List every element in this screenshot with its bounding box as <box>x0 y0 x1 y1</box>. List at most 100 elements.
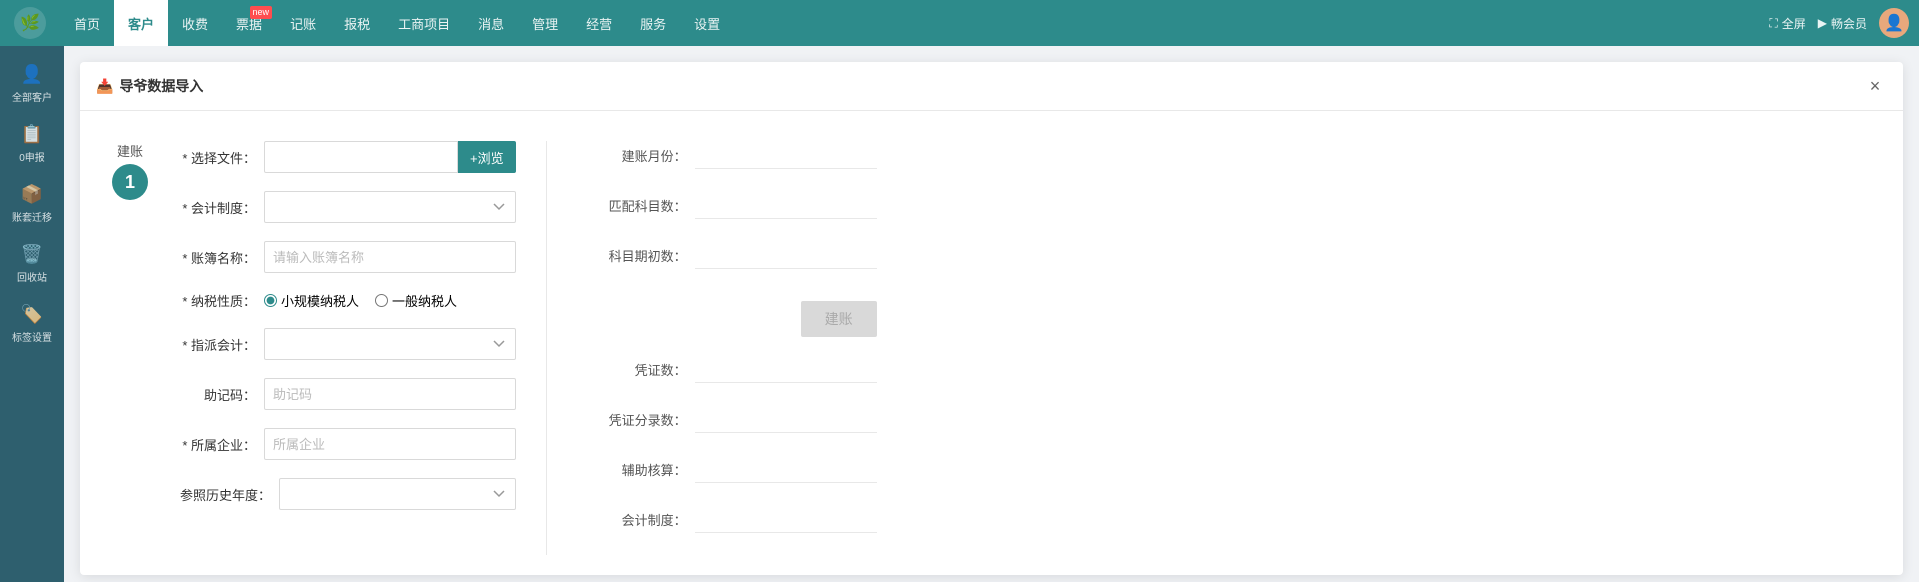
small-taxpayer-option[interactable]: 小规模纳税人 <box>264 291 359 310</box>
info-acc-system-value <box>695 505 877 533</box>
info-aux-row: 辅助核算： <box>597 455 877 483</box>
file-label: * 选择文件： <box>176 148 256 167</box>
create-btn-area: 建账 <box>597 291 877 337</box>
info-voucher-entries-row: 凭证分录数： <box>597 405 877 433</box>
assign-accountant-label: * 指派会计： <box>176 335 256 354</box>
top-navigation: 🌿 首页 客户 收费 票据 new 记账 报税 工商项目 消息 管理 <box>0 0 1919 46</box>
general-taxpayer-radio[interactable] <box>375 294 388 307</box>
trash-icon: 🗑️ <box>21 244 43 265</box>
dialog-title-text: 导爷数据导入 <box>119 76 203 96</box>
fullscreen-button[interactable]: ⛶ 全屏 <box>1769 15 1805 32</box>
step-circle: 1 <box>112 164 148 200</box>
info-match-row: 匹配科目数： <box>597 191 877 219</box>
migration-icon: 📦 <box>21 184 43 205</box>
sidebar-item-recycle[interactable]: 🗑️ 回收站 <box>0 236 64 292</box>
import-icon: 📥 <box>96 78 113 95</box>
nav-business[interactable]: 工商项目 <box>384 0 464 46</box>
info-voucher-entries-label: 凭证分录数： <box>597 410 687 429</box>
tax-type-radio-group: 小规模纳税人 一般纳税人 <box>264 291 457 310</box>
assign-accountant-select[interactable] <box>264 328 516 360</box>
nav-bookkeeping[interactable]: 记账 <box>276 0 330 46</box>
user-icon: 👤 <box>21 64 43 85</box>
info-aux-label: 辅助核算： <box>597 460 687 479</box>
main-content: 📥 导爷数据导入 × 建账 1 <box>64 46 1919 582</box>
nav-tax[interactable]: 报税 <box>330 0 384 46</box>
declaration-icon: 📋 <box>21 124 43 145</box>
file-input[interactable] <box>264 141 458 173</box>
info-month-row: 建账月份： <box>597 141 877 169</box>
nav-management[interactable]: 管理 <box>518 0 572 46</box>
history-year-row: 参照历史年度： <box>176 478 516 510</box>
info-period-row: 科目期初数： <box>597 241 877 269</box>
nav-message[interactable]: 消息 <box>464 0 518 46</box>
memo-input[interactable] <box>264 378 516 410</box>
nav-operation[interactable]: 经营 <box>572 0 626 46</box>
dialog-title-area: 📥 导爷数据导入 <box>96 76 203 96</box>
dialog-header: 📥 导爷数据导入 × <box>80 62 1903 111</box>
tag-icon: 🏷️ <box>21 304 43 325</box>
import-dialog: 📥 导爷数据导入 × 建账 1 <box>80 62 1903 575</box>
company-row: * 所属企业： <box>176 428 516 460</box>
sidebar-item-migration[interactable]: 📦 账套迁移 <box>0 176 64 232</box>
company-label: * 所属企业： <box>176 435 256 454</box>
history-year-label: 参照历史年度： <box>176 485 271 504</box>
sidebar: 👤 全部客户 📋 0申报 📦 账套迁移 🗑️ 回收站 🏷️ 标签设置 <box>0 46 64 582</box>
general-taxpayer-option[interactable]: 一般纳税人 <box>375 291 457 310</box>
info-acc-system-label: 会计制度： <box>597 510 687 529</box>
info-section: 建账月份： 匹配科目数： 科目期初数： 建账 <box>577 141 877 555</box>
form-section: * 选择文件： +浏览 * 会计制度： <box>176 141 516 528</box>
info-voucher-entries-value <box>695 405 877 433</box>
info-aux-value <box>695 455 877 483</box>
info-period-label: 科目期初数： <box>597 246 687 265</box>
tax-type-label: * 纳税性质： <box>176 291 256 310</box>
info-match-value <box>695 191 877 219</box>
nav-service[interactable]: 服务 <box>626 0 680 46</box>
nav-menu: 首页 客户 收费 票据 new 记账 报税 工商项目 消息 管理 经营 <box>60 0 1769 46</box>
sidebar-item-declaration[interactable]: 📋 0申报 <box>0 116 64 172</box>
nav-home[interactable]: 首页 <box>60 0 114 46</box>
file-input-group: +浏览 <box>264 141 516 173</box>
tax-type-row: * 纳税性质： 小规模纳税人 一般纳税人 <box>176 291 516 310</box>
info-period-value <box>695 241 877 269</box>
memo-row: 助记码： <box>176 378 516 410</box>
ledger-name-row: * 账簿名称： <box>176 241 516 273</box>
info-match-label: 匹配科目数： <box>597 196 687 215</box>
accounting-system-row: * 会计制度： <box>176 191 516 223</box>
accounting-system-label: * 会计制度： <box>176 198 256 217</box>
nav-invoice[interactable]: 票据 new <box>222 0 276 46</box>
create-account-button[interactable]: 建账 <box>801 301 877 337</box>
step-label-area: 建账 1 <box>100 141 160 200</box>
company-input[interactable] <box>264 428 516 460</box>
accounting-system-select[interactable] <box>264 191 516 223</box>
nav-fee[interactable]: 收费 <box>168 0 222 46</box>
memo-label: 助记码： <box>176 385 256 404</box>
ledger-name-label: * 账簿名称： <box>176 248 256 267</box>
logo-icon: 🌿 <box>14 7 46 39</box>
info-month-label: 建账月份： <box>597 146 687 165</box>
dialog-body: 建账 1 * 选择文件： +浏览 <box>80 111 1903 575</box>
ledger-name-input[interactable] <box>264 241 516 273</box>
sidebar-item-all-customers[interactable]: 👤 全部客户 <box>0 56 64 112</box>
vertical-divider <box>546 141 547 555</box>
sidebar-item-tags[interactable]: 🏷️ 标签设置 <box>0 296 64 352</box>
main-layout: 👤 全部客户 📋 0申报 📦 账套迁移 🗑️ 回收站 🏷️ 标签设置 📥 <box>0 46 1919 582</box>
logo[interactable]: 🌿 <box>10 3 50 43</box>
new-badge: new <box>250 6 273 19</box>
nav-customer[interactable]: 客户 <box>114 0 168 46</box>
history-year-select[interactable] <box>279 478 516 510</box>
vip-button[interactable]: ▶ 畅会员 <box>1818 15 1867 32</box>
avatar[interactable]: 👤 <box>1879 8 1909 38</box>
small-taxpayer-radio[interactable] <box>264 294 277 307</box>
step-section: 建账 1 * 选择文件： +浏览 <box>100 141 516 555</box>
info-acc-system-row: 会计制度： <box>597 505 877 533</box>
step-text: 建账 <box>117 141 143 160</box>
close-button[interactable]: × <box>1863 74 1887 98</box>
info-voucher-row: 凭证数： <box>597 355 877 383</box>
nav-right-area: ⛶ 全屏 ▶ 畅会员 👤 <box>1769 8 1909 38</box>
info-voucher-value <box>695 355 877 383</box>
browse-button[interactable]: +浏览 <box>458 141 516 173</box>
assign-accountant-row: * 指派会计： <box>176 328 516 360</box>
info-month-value <box>695 141 877 169</box>
file-select-row: * 选择文件： +浏览 <box>176 141 516 173</box>
nav-settings[interactable]: 设置 <box>680 0 734 46</box>
